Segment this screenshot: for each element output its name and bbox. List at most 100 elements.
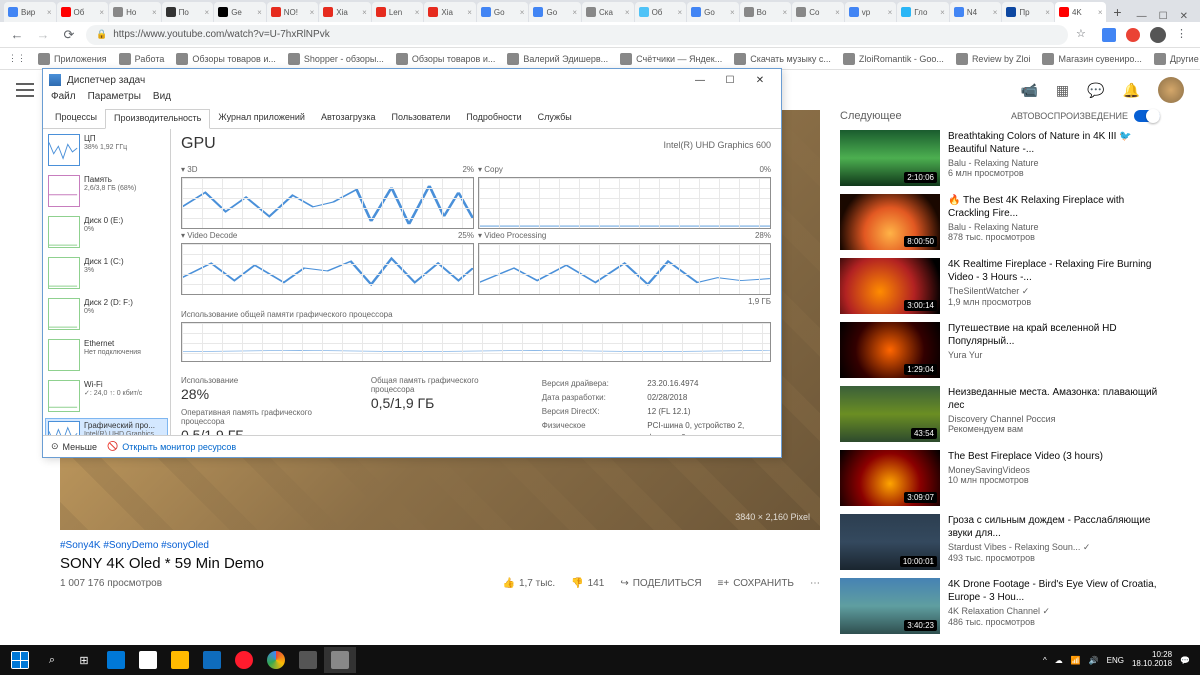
browser-tab[interactable]: Go× — [529, 2, 581, 22]
autoplay-toggle[interactable] — [1134, 110, 1160, 122]
save-button[interactable]: ≡+ СОХРАНИТЬ — [718, 578, 794, 589]
bookmark[interactable]: Review by Zloi — [956, 53, 1031, 65]
notifications-icon[interactable]: 🔔 — [1123, 82, 1140, 99]
bookmark[interactable]: Обзоры товаров и... — [396, 53, 496, 65]
dislike-button[interactable]: 👎 141 — [571, 578, 604, 589]
browser-tab[interactable]: Об× — [57, 2, 109, 22]
maximize-button[interactable]: ☐ — [715, 70, 745, 90]
perf-sidebar-item[interactable]: ЦП38% 1,92 ГГц — [45, 131, 168, 171]
close-icon[interactable]: ✕ — [1180, 11, 1188, 22]
suggested-video[interactable]: 8:00:50🔥 The Best 4K Relaxing Fireplace … — [840, 194, 1160, 250]
browser-tab[interactable]: Вир× — [4, 2, 56, 22]
share-button[interactable]: ↪ ПОДЕЛИТЬСЯ — [620, 578, 701, 589]
search-button[interactable]: ⌕ — [36, 647, 68, 673]
forward-button[interactable]: → — [34, 26, 52, 44]
extension-icon[interactable] — [1102, 28, 1116, 42]
suggested-video[interactable]: 1:29:04Путешествие на край вселенной HD … — [840, 322, 1160, 378]
more-button[interactable]: ⋯ — [810, 578, 820, 589]
video-hashtags[interactable]: #Sony4K #SonyDemo #sonyOled — [60, 540, 820, 551]
suggested-video[interactable]: 10:00:01Гроза с сильным дождем - Расслаб… — [840, 514, 1160, 570]
taskbar-app[interactable] — [100, 647, 132, 673]
menu-icon[interactable]: ⋮ — [1176, 27, 1192, 43]
menu-item[interactable]: Вид — [153, 91, 171, 109]
tab[interactable]: Журнал приложений — [210, 109, 313, 128]
perf-sidebar-item[interactable]: Графический про...Intel(R) UHD Graphics … — [45, 418, 168, 435]
bookmark[interactable]: ZloiRomantik - Goo... — [843, 53, 944, 65]
browser-tab[interactable]: Go× — [477, 2, 529, 22]
task-view-button[interactable]: ⊞ — [68, 647, 100, 673]
bookmark[interactable]: Валерий Эдишерв... — [507, 53, 608, 65]
browser-tab[interactable]: Ge× — [214, 2, 266, 22]
suggested-video[interactable]: 3:09:07The Best Fireplace Video (3 hours… — [840, 450, 1160, 506]
start-button[interactable] — [4, 647, 36, 673]
tab[interactable]: Автозагрузка — [313, 109, 384, 128]
bookmark[interactable]: Приложения — [38, 53, 107, 65]
suggested-video[interactable]: 3:40:234K Drone Footage - Bird's Eye Vie… — [840, 578, 1160, 634]
tab[interactable]: Производительность — [105, 109, 210, 129]
suggested-video[interactable]: 3:00:144K Realtime Fireplace - Relaxing … — [840, 258, 1160, 314]
browser-tab[interactable]: Len× — [372, 2, 424, 22]
tab[interactable]: Процессы — [47, 109, 105, 128]
bookmark[interactable]: Магазин сувениро... — [1042, 53, 1141, 65]
browser-tab[interactable]: Bo× — [740, 2, 792, 22]
reload-button[interactable]: ⟳ — [60, 26, 78, 44]
browser-tab[interactable]: Co× — [792, 2, 844, 22]
taskbar-app[interactable] — [132, 647, 164, 673]
browser-tab[interactable]: Но× — [109, 2, 161, 22]
video-camera-icon[interactable]: 📹 — [1020, 82, 1037, 99]
notifications-icon[interactable]: 💬 — [1180, 656, 1190, 665]
bookmark[interactable]: Работа — [119, 53, 165, 65]
back-button[interactable]: ← — [8, 26, 26, 44]
url-input[interactable]: 🔒 https://www.youtube.com/watch?v=U-7hxR… — [86, 25, 1068, 45]
suggested-video[interactable]: 2:10:06Breathtaking Colors of Nature in … — [840, 130, 1160, 186]
menu-item[interactable]: Параметры — [88, 91, 141, 109]
browser-tab[interactable]: Xia× — [319, 2, 371, 22]
browser-tab[interactable]: 4K× — [1055, 2, 1107, 22]
star-icon[interactable]: ☆ — [1076, 27, 1092, 43]
taskbar-app[interactable] — [164, 647, 196, 673]
tab[interactable]: Подробности — [458, 109, 529, 128]
browser-tab[interactable]: Об× — [635, 2, 687, 22]
extension-icon[interactable] — [1126, 28, 1140, 42]
fewer-details-button[interactable]: ⊙ Меньше — [51, 441, 97, 452]
taskbar-app[interactable] — [196, 647, 228, 673]
taskbar-app[interactable] — [292, 647, 324, 673]
perf-sidebar-item[interactable]: Диск 2 (D: F:)0% — [45, 295, 168, 335]
minimize-icon[interactable]: — — [1137, 11, 1147, 22]
browser-tab[interactable]: NO!× — [267, 2, 319, 22]
browser-tab[interactable]: vp× — [845, 2, 897, 22]
apps-icon[interactable]: ▦ — [1056, 82, 1069, 99]
tab[interactable]: Службы — [530, 109, 580, 128]
titlebar[interactable]: Диспетчер задач — ☐ ✕ — [43, 69, 781, 91]
perf-sidebar-item[interactable]: EthernetНет подключения — [45, 336, 168, 376]
browser-tab[interactable]: Гло× — [897, 2, 949, 22]
tray-language[interactable]: ENG — [1107, 656, 1124, 665]
browser-tab[interactable]: Go× — [687, 2, 739, 22]
other-bookmarks[interactable]: Другие закладки — [1154, 53, 1200, 65]
perf-sidebar-item[interactable]: Wi-Fi✓: 24,0 ↑: 0 кбит/с — [45, 377, 168, 417]
tray-wifi-icon[interactable]: 📶 — [1071, 656, 1081, 665]
bookmark[interactable]: Shopper - обзоры... — [288, 53, 384, 65]
perf-sidebar-item[interactable]: Диск 0 (E:)0% — [45, 213, 168, 253]
tray-icon[interactable]: ☁ — [1055, 656, 1063, 665]
bookmark[interactable]: Скачать музыку с... — [734, 53, 831, 65]
maximize-icon[interactable]: ☐ — [1159, 11, 1168, 22]
browser-tab[interactable]: По× — [162, 2, 214, 22]
suggested-video[interactable]: 43:54Неизведанные места. Амазонка: плава… — [840, 386, 1160, 442]
new-tab-button[interactable]: + — [1107, 2, 1127, 22]
perf-sidebar-item[interactable]: Диск 1 (C:)3% — [45, 254, 168, 294]
menu-item[interactable]: Файл — [51, 91, 76, 109]
tab[interactable]: Пользователи — [384, 109, 459, 128]
bookmark[interactable]: Счётчики — Яндек... — [620, 53, 722, 65]
clock[interactable]: 10:28 18.10.2018 — [1132, 651, 1172, 669]
tray-volume-icon[interactable]: 🔊 — [1089, 656, 1099, 665]
messages-icon[interactable]: 💬 — [1087, 82, 1104, 99]
perf-sidebar-item[interactable]: Память2,6/3,8 ГБ (68%) — [45, 172, 168, 212]
bookmark[interactable]: Обзоры товаров и... — [176, 53, 276, 65]
browser-tab[interactable]: Пр× — [1002, 2, 1054, 22]
taskbar-app[interactable] — [324, 647, 356, 673]
taskbar-app[interactable] — [260, 647, 292, 673]
close-button[interactable]: ✕ — [745, 70, 775, 90]
minimize-button[interactable]: — — [685, 70, 715, 90]
tray-up-icon[interactable]: ^ — [1043, 656, 1047, 665]
